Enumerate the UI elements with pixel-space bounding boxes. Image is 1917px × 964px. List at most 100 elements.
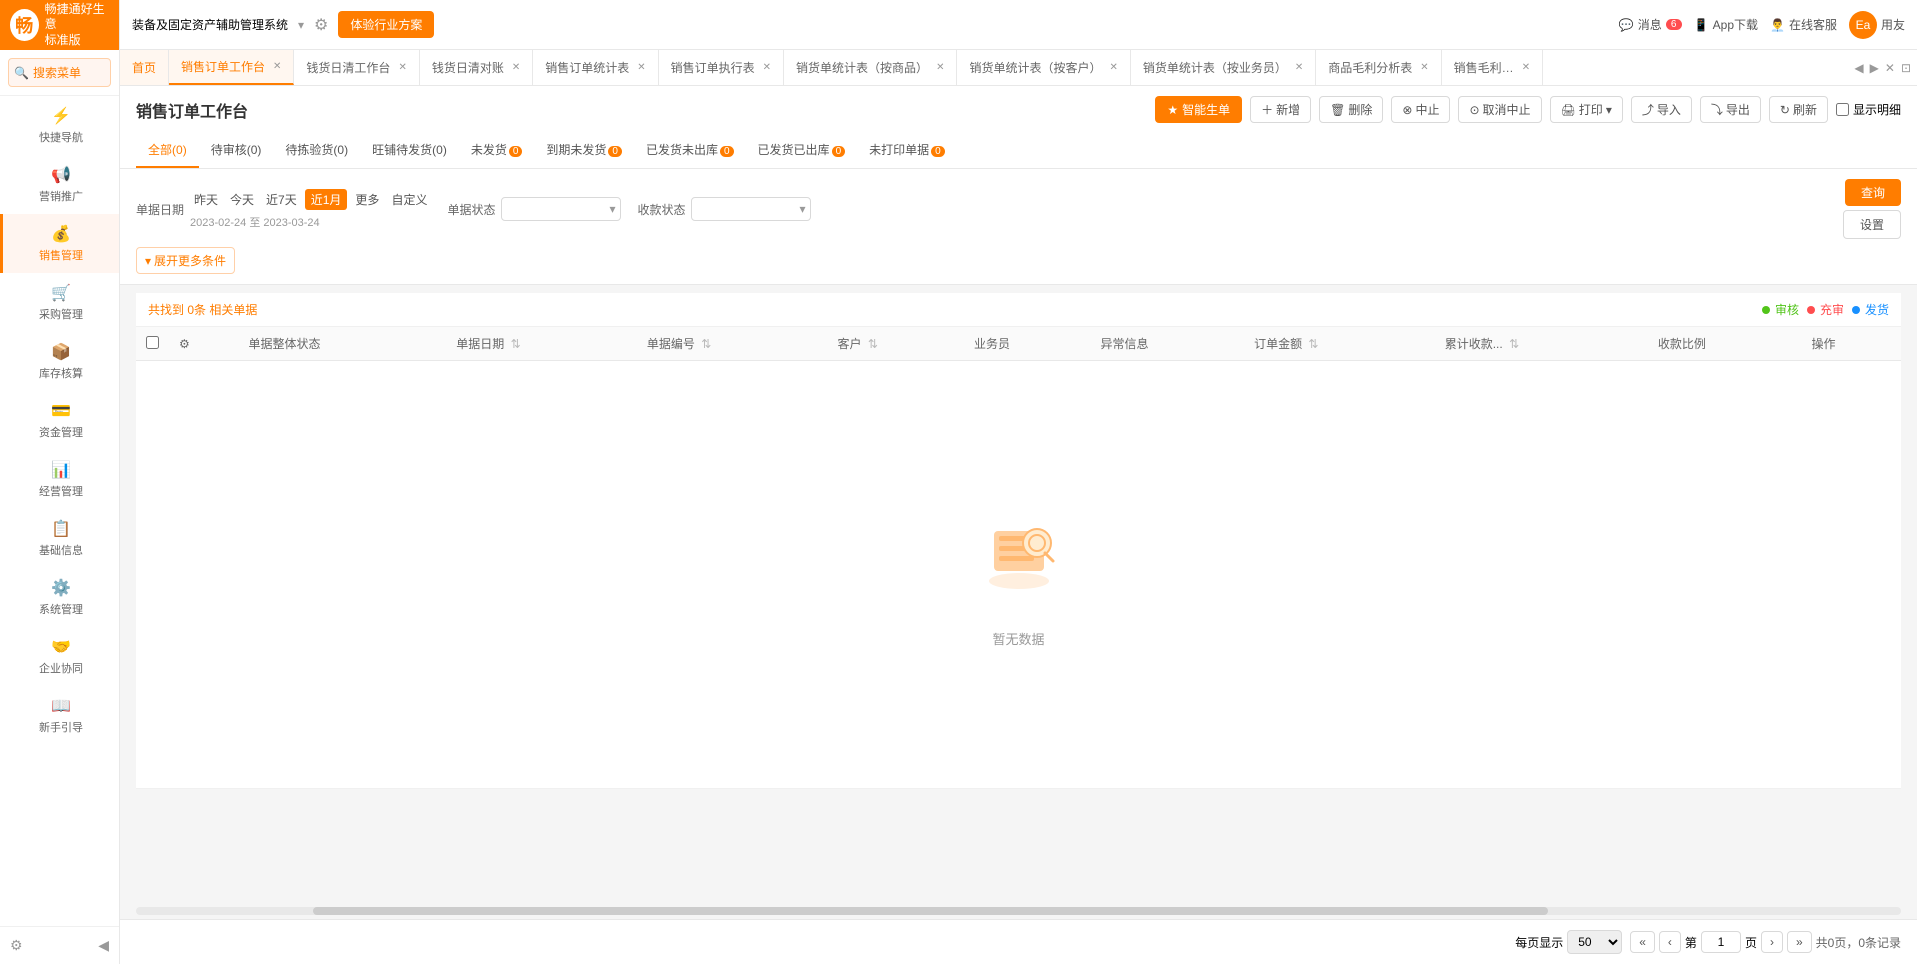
print-button[interactable]: 🖨 打印 ▾ — [1550, 96, 1623, 123]
tab-sales-margin-close[interactable]: ✕ — [1522, 62, 1530, 73]
show-detail-input[interactable] — [1836, 103, 1849, 116]
status-select-wrapper[interactable] — [501, 197, 621, 221]
message-button[interactable]: 💬 消息 6 — [1619, 16, 1682, 33]
tab-staff-stats-close[interactable]: ✕ — [1295, 62, 1303, 73]
online-service-button[interactable]: 👨‍💼 在线客服 — [1770, 16, 1837, 33]
tab-goods-stats[interactable]: 销货单统计表（按商品） ✕ — [784, 50, 957, 85]
col-customer[interactable]: 客户 ⇅ — [828, 327, 964, 361]
query-button[interactable]: 查询 — [1845, 179, 1901, 206]
sidebar-item-finance[interactable]: 💳 资金管理 — [0, 391, 119, 450]
tab-cash-reconcile-close[interactable]: ✕ — [512, 62, 520, 73]
tab-home[interactable]: 首页 — [120, 50, 169, 85]
show-detail-checkbox[interactable]: 显示明细 — [1836, 101, 1901, 118]
tab-margin-analysis[interactable]: 商品毛利分析表 ✕ — [1316, 50, 1441, 85]
ship-button[interactable]: 发货 — [1852, 301, 1889, 318]
stop-button[interactable]: ⊗ 中止 — [1391, 96, 1450, 123]
payment-select-wrapper[interactable] — [691, 197, 811, 221]
revoke-button[interactable]: 充审 — [1807, 301, 1844, 318]
subtab-wangpu-ship[interactable]: 旺铺待发货(0) — [360, 133, 459, 168]
select-all-checkbox[interactable] — [146, 336, 159, 349]
tab-margin-close[interactable]: ✕ — [1420, 62, 1428, 73]
sidebar-item-cooperation[interactable]: 🤝 企业协同 — [0, 627, 119, 686]
col-amount[interactable]: 订单金额 ⇅ — [1244, 327, 1435, 361]
tab-sales-margin[interactable]: 销售毛利… ✕ — [1442, 50, 1543, 85]
sidebar-item-system[interactable]: ⚙️ 系统管理 — [0, 568, 119, 627]
cancel-stop-button[interactable]: ⊙ 取消中止 — [1458, 96, 1541, 123]
tab-sales-exec[interactable]: 销售订单执行表 ✕ — [659, 50, 784, 85]
date-range-display: 2023-02-24 至 2023-03-24 — [190, 214, 431, 230]
add-button[interactable]: ＋ 新增 — [1250, 96, 1311, 123]
tab-staff-stats[interactable]: 销货单统计表（按业务员） ✕ — [1131, 50, 1316, 85]
payment-select[interactable] — [691, 197, 811, 221]
subtab-unshipped[interactable]: 未发货0 — [459, 133, 535, 168]
per-page-select[interactable]: 50 100 200 — [1567, 930, 1622, 954]
first-page-button[interactable]: « — [1630, 931, 1655, 953]
date-custom[interactable]: 自定义 — [387, 189, 431, 210]
settings-gear-icon[interactable]: ⚙ — [10, 937, 23, 954]
tab-sales-stats[interactable]: 销售订单统计表 ✕ — [533, 50, 658, 85]
import-button[interactable]: ⤴ 导入 — [1631, 96, 1692, 123]
audit-button[interactable]: 审核 — [1762, 301, 1799, 318]
sidebar-search[interactable]: 🔍 搜索菜单 — [0, 50, 119, 96]
tab-customer-stats[interactable]: 销货单统计表（按客户） ✕ — [957, 50, 1130, 85]
delete-button[interactable]: 🗑 删除 — [1319, 96, 1383, 123]
scroll-track[interactable] — [136, 907, 1901, 915]
topbar-settings-icon[interactable]: ⚙ — [314, 15, 328, 35]
sidebar-item-operations[interactable]: 📊 经营管理 — [0, 450, 119, 509]
tab-cash-reconcile[interactable]: 钱货日清对账 ✕ — [420, 50, 533, 85]
expand-filter-button[interactable]: ▾ 展开更多条件 — [136, 247, 235, 274]
tab-customer-stats-close[interactable]: ✕ — [1109, 62, 1117, 73]
tab-expand-icon[interactable]: ⊡ — [1899, 59, 1913, 77]
user-menu[interactable]: Ea 用友 — [1849, 11, 1905, 39]
page-input[interactable] — [1701, 931, 1741, 953]
trial-button[interactable]: 体验行业方案 — [338, 11, 434, 38]
smart-order-button[interactable]: ★ 智能生单 — [1155, 96, 1242, 123]
tab-cash-clearing-close[interactable]: ✕ — [398, 62, 406, 73]
subtab-overdue[interactable]: 到期未发货0 — [534, 133, 634, 168]
subtab-unprinted[interactable]: 未打印单据0 — [857, 133, 957, 168]
col-date[interactable]: 单据日期 ⇅ — [446, 327, 637, 361]
sidebar-item-purchase[interactable]: 🛒 采购管理 — [0, 273, 119, 332]
date-1month[interactable]: 近1月 — [305, 189, 348, 210]
export-button[interactable]: ⤵ 导出 — [1700, 96, 1761, 123]
sidebar-item-basic-info[interactable]: 📋 基础信息 — [0, 509, 119, 568]
tab-sales-stats-close[interactable]: ✕ — [637, 62, 645, 73]
date-more[interactable]: 更多 — [351, 189, 383, 210]
subtab-all[interactable]: 全部(0) — [136, 133, 199, 168]
last-page-button[interactable]: » — [1787, 931, 1812, 953]
tab-scroll-right-icon[interactable]: ▶ — [1868, 59, 1881, 77]
sidebar-item-sales[interactable]: 💰 销售管理 — [0, 214, 119, 273]
col-number[interactable]: 单据编号 ⇅ — [637, 327, 828, 361]
sidebar-item-inventory[interactable]: 📦 库存核算 — [0, 332, 119, 391]
refresh-button[interactable]: ↻ 刷新 — [1769, 96, 1828, 123]
sidebar-item-quick-nav[interactable]: ⚡ 快捷导航 — [0, 96, 119, 155]
col-accumulated[interactable]: 累计收款... ⇅ — [1435, 327, 1648, 361]
scroll-thumb[interactable] — [313, 907, 1549, 915]
tab-scroll-left-icon[interactable]: ◀ — [1852, 59, 1865, 77]
col-settings-icon[interactable]: ⚙ — [179, 337, 190, 351]
subtab-pending-review[interactable]: 待审核(0) — [199, 133, 274, 168]
tab-close-all-icon[interactable]: ✕ — [1883, 59, 1897, 77]
status-select[interactable] — [501, 197, 621, 221]
horizontal-scrollbar[interactable] — [120, 903, 1917, 919]
subtab-shipped-no-out[interactable]: 已发货未出库0 — [634, 133, 746, 168]
set-button[interactable]: 设置 — [1843, 210, 1901, 239]
date-yesterday[interactable]: 昨天 — [190, 189, 222, 210]
date-today[interactable]: 今天 — [226, 189, 258, 210]
tab-sales-order-close[interactable]: ✕ — [273, 61, 281, 72]
tab-sales-order[interactable]: 销售订单工作台 ✕ — [169, 50, 294, 85]
prev-page-button[interactable]: ‹ — [1659, 931, 1681, 953]
sidebar-item-beginner[interactable]: 📖 新手引导 — [0, 686, 119, 745]
subtab-pending-inspect[interactable]: 待拣验货(0) — [273, 133, 360, 168]
next-page-button[interactable]: › — [1761, 931, 1783, 953]
app-download-button[interactable]: 📱 App下载 — [1694, 16, 1758, 33]
date-7days[interactable]: 近7天 — [262, 189, 301, 210]
tab-cash-clearing[interactable]: 钱货日清工作台 ✕ — [294, 50, 419, 85]
tab-goods-stats-close[interactable]: ✕ — [936, 62, 944, 73]
sidebar-item-marketing[interactable]: 📢 营销推广 — [0, 155, 119, 214]
collapse-icon[interactable]: ◀ — [98, 937, 109, 954]
subtab-shipped-out[interactable]: 已发货已出库0 — [746, 133, 858, 168]
tab-sales-exec-close[interactable]: ✕ — [763, 62, 771, 73]
subtab-unprinted-badge: 0 — [931, 146, 945, 157]
search-menu-button[interactable]: 🔍 搜索菜单 — [8, 58, 111, 87]
